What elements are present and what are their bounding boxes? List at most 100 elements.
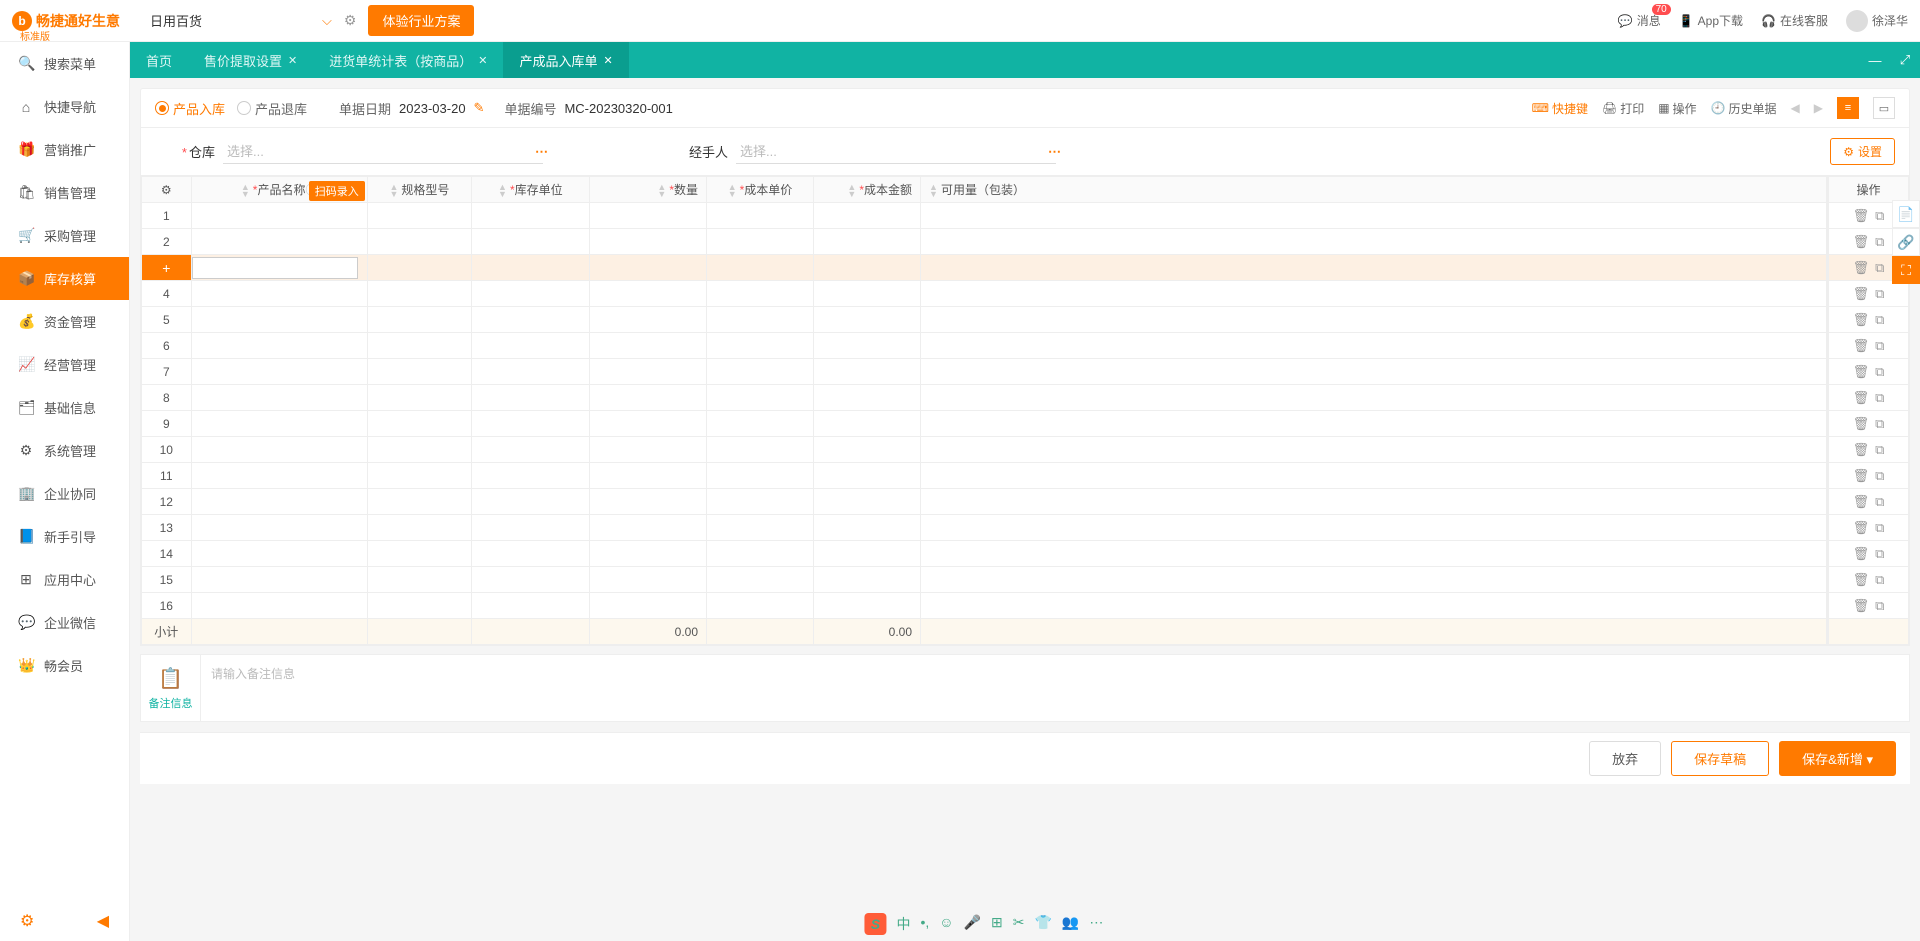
float-help-button[interactable]: 📄	[1892, 200, 1920, 228]
delete-row-icon[interactable]: 🗑	[1853, 546, 1870, 561]
table-row[interactable]: 7🗑⧉	[142, 359, 1909, 385]
table-row[interactable]: 2🗑⧉	[142, 229, 1909, 255]
history-button[interactable]: 🕘历史单据	[1711, 100, 1777, 117]
ime-item-6[interactable]: 👕	[1034, 914, 1051, 934]
delete-row-icon[interactable]: 🗑	[1853, 520, 1870, 535]
table-row[interactable]: 5🗑⧉	[142, 307, 1909, 333]
tab-1[interactable]: 售价提取设置✕	[188, 42, 313, 78]
delete-row-icon[interactable]: 🗑	[1853, 208, 1870, 223]
delete-row-icon[interactable]: 🗑	[1853, 338, 1870, 353]
print-button[interactable]: 🖨打印	[1602, 100, 1644, 117]
copy-row-icon[interactable]: ⧉	[1875, 234, 1884, 249]
delete-row-icon[interactable]: 🗑	[1853, 572, 1870, 587]
copy-row-icon[interactable]: ⧉	[1875, 572, 1884, 587]
copy-row-icon[interactable]: ⧉	[1875, 286, 1884, 301]
tab-3[interactable]: 产成品入库单✕	[503, 42, 628, 78]
scan-input-button[interactable]: 扫码录入	[309, 181, 365, 201]
delete-row-icon[interactable]: 🗑	[1853, 416, 1870, 431]
product-name-input[interactable]	[192, 257, 358, 279]
table-row[interactable]: 4🗑⧉	[142, 281, 1909, 307]
ime-item-4[interactable]: ⊞	[991, 914, 1003, 934]
ime-item-8[interactable]: ⋯	[1089, 914, 1103, 934]
user-menu[interactable]: 徐泽华	[1846, 10, 1908, 32]
delete-row-icon[interactable]: 🗑	[1853, 598, 1870, 613]
view-list-button[interactable]: ≡	[1837, 97, 1859, 119]
table-row[interactable]: 11🗑⧉	[142, 463, 1909, 489]
next-button[interactable]: ▶	[1814, 101, 1823, 115]
table-row[interactable]: 10🗑⧉	[142, 437, 1909, 463]
warehouse-lookup-icon[interactable]: ⋯	[535, 144, 548, 160]
table-row[interactable]: 16🗑⧉	[142, 593, 1909, 619]
copy-row-icon[interactable]: ⧉	[1875, 390, 1884, 405]
table-row[interactable]: 15🗑⧉	[142, 567, 1909, 593]
col-spec[interactable]: ▲▼规格型号	[367, 177, 471, 203]
float-link-button[interactable]: 🔗	[1892, 228, 1920, 256]
sidebar-item-9[interactable]: ⚙系统管理	[0, 429, 129, 472]
table-row[interactable]: 13🗑⧉	[142, 515, 1909, 541]
handler-lookup-icon[interactable]: ⋯	[1048, 144, 1061, 160]
delete-row-icon[interactable]: 🗑	[1853, 390, 1870, 405]
col-unit[interactable]: ▲▼*库存单位	[472, 177, 589, 203]
ime-item-2[interactable]: ☺	[939, 914, 953, 934]
handler-input[interactable]	[736, 140, 1056, 164]
save-draft-button[interactable]: 保存草稿	[1671, 741, 1769, 776]
table-row[interactable]: 14🗑⧉	[142, 541, 1909, 567]
copy-row-icon[interactable]: ⧉	[1875, 494, 1884, 509]
copy-row-icon[interactable]: ⧉	[1875, 416, 1884, 431]
ime-item-5[interactable]: ✂	[1013, 914, 1025, 934]
remark-tab[interactable]: 📋 备注信息	[141, 655, 201, 721]
save-and-new-button[interactable]: 保存&新增 ▾	[1779, 741, 1896, 776]
table-row[interactable]: 12🗑⧉	[142, 489, 1909, 515]
copy-row-icon[interactable]: ⧉	[1875, 208, 1884, 223]
sidebar-item-11[interactable]: 📘新手引导	[0, 515, 129, 558]
col-qty[interactable]: ▲▼*数量	[589, 177, 706, 203]
industry-plan-button[interactable]: 体验行业方案	[368, 5, 474, 36]
delete-row-icon[interactable]: 🗑	[1853, 364, 1870, 379]
delete-row-icon[interactable]: 🗑	[1853, 494, 1870, 509]
copy-row-icon[interactable]: ⧉	[1875, 598, 1884, 613]
float-fullscreen-button[interactable]: ⛶	[1892, 256, 1920, 284]
sidebar-settings-icon[interactable]: ⚙	[20, 911, 34, 931]
copy-row-icon[interactable]: ⧉	[1875, 312, 1884, 327]
copy-row-icon[interactable]: ⧉	[1875, 546, 1884, 561]
settings-button[interactable]: ⚙ 设置	[1830, 138, 1895, 165]
ime-item-3[interactable]: 🎤	[964, 914, 981, 934]
org-selector[interactable]: 日用百货 ⌵	[150, 11, 332, 30]
sidebar-item-7[interactable]: 📈经营管理	[0, 343, 129, 386]
shortcut-button[interactable]: ⌨快捷键	[1532, 100, 1588, 117]
close-icon[interactable]: ✕	[604, 54, 613, 67]
close-icon[interactable]: ✕	[478, 54, 487, 67]
delete-row-icon[interactable]: 🗑	[1853, 286, 1870, 301]
sidebar-item-3[interactable]: 🛍销售管理	[0, 171, 129, 214]
discard-button[interactable]: 放弃	[1589, 741, 1661, 776]
remark-input[interactable]	[201, 655, 1909, 721]
prev-button[interactable]: ◀	[1791, 101, 1800, 115]
delete-row-icon[interactable]: 🗑	[1853, 234, 1870, 249]
sidebar-item-14[interactable]: 👑畅会员	[0, 644, 129, 687]
col-amount[interactable]: ▲▼*成本金额	[814, 177, 921, 203]
sidebar-item-5[interactable]: 📦库存核算	[0, 257, 129, 300]
table-row[interactable]: 8🗑⧉	[142, 385, 1909, 411]
col-available[interactable]: ▲▼可用量（包装）	[921, 177, 1828, 203]
col-price[interactable]: ▲▼*成本单价	[707, 177, 814, 203]
sidebar-item-12[interactable]: ⊞应用中心	[0, 558, 129, 601]
sidebar-item-4[interactable]: 🛒采购管理	[0, 214, 129, 257]
sidebar-item-8[interactable]: 🗂基础信息	[0, 386, 129, 429]
table-row[interactable]: 6🗑⧉	[142, 333, 1909, 359]
sidebar-collapse-icon[interactable]: ◀	[97, 911, 109, 931]
sidebar-item-13[interactable]: 💬企业微信	[0, 601, 129, 644]
edit-icon[interactable]: ✎	[474, 100, 485, 116]
col-product-name[interactable]: ▲▼*产品名称ⓘ 扫码录入	[191, 177, 367, 203]
add-row-icon[interactable]: +	[157, 259, 175, 277]
view-card-button[interactable]: ▭	[1873, 97, 1895, 119]
close-icon[interactable]: ✕	[288, 54, 297, 67]
sidebar-item-2[interactable]: 🎁营销推广	[0, 128, 129, 171]
sidebar-item-0[interactable]: 🔍搜索菜单	[0, 42, 129, 85]
warehouse-input[interactable]	[223, 140, 543, 164]
support-button[interactable]: 🎧 在线客服	[1761, 12, 1828, 29]
table-row[interactable]: 9🗑⧉	[142, 411, 1909, 437]
tabs-minimize-button[interactable]: ―	[1860, 42, 1890, 78]
ime-item-0[interactable]: 中	[896, 914, 910, 934]
col-settings[interactable]: ⚙	[142, 177, 192, 203]
sidebar-item-1[interactable]: ⌂快捷导航	[0, 85, 129, 128]
